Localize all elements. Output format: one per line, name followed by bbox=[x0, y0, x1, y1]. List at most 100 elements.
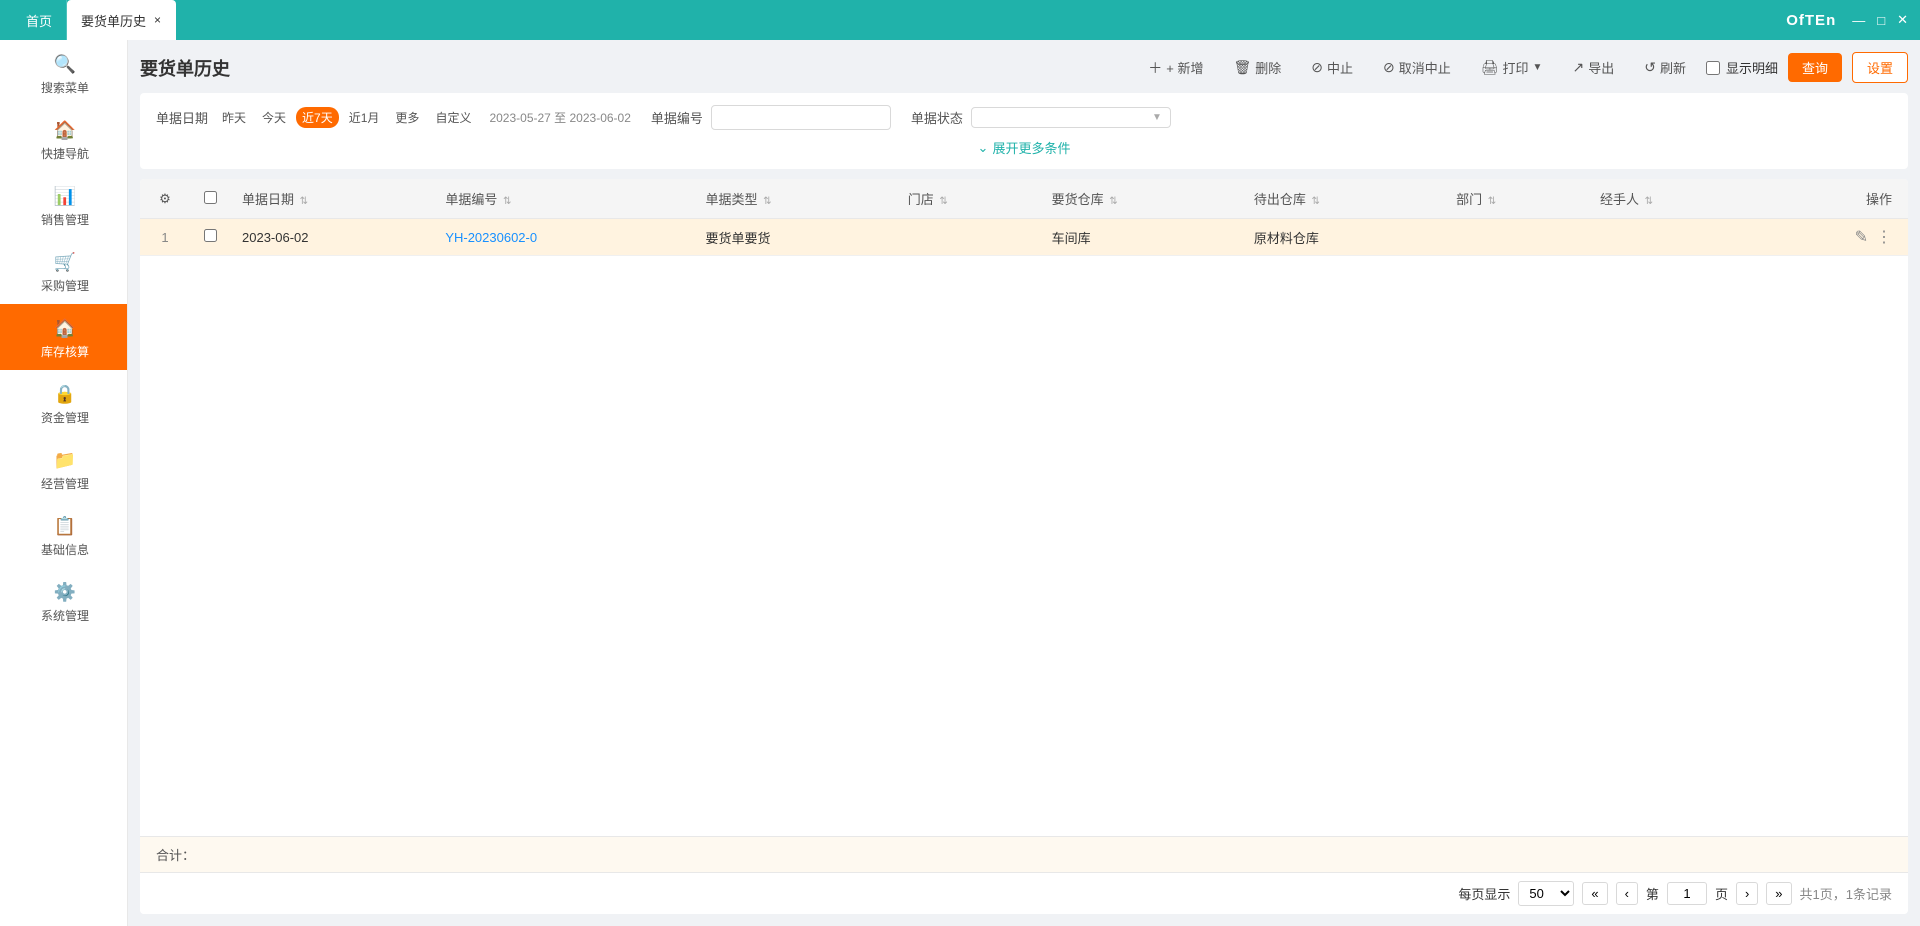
data-table: ⚙ 单据日期 ⇅ 单据编号 ⇅ bbox=[140, 179, 1908, 256]
export-button[interactable]: ↗ 导出 bbox=[1562, 53, 1624, 82]
sort-handler-icon[interactable]: ⇅ bbox=[1645, 196, 1653, 207]
col-req-warehouse: 要货仓库 ⇅ bbox=[1040, 179, 1242, 219]
restore-icon[interactable]: □ bbox=[1877, 13, 1885, 28]
sidebar-item-basic[interactable]: 📋 基础信息 bbox=[0, 502, 127, 568]
table-wrapper: ⚙ 单据日期 ⇅ 单据编号 ⇅ bbox=[140, 179, 1908, 836]
filter-row-main: 单据日期 昨天 今天 近7天 近1月 更多 自定义 2023-05-27 至 2… bbox=[156, 105, 1892, 130]
prev-page-button[interactable]: ‹ bbox=[1616, 882, 1638, 905]
expand-icon: ⌄ bbox=[978, 140, 989, 156]
sort-orderno-icon[interactable]: ⇅ bbox=[503, 196, 511, 207]
page-total-info: 共1页，1条记录 bbox=[1800, 884, 1892, 903]
page-label: 第 bbox=[1646, 884, 1659, 903]
select-all-checkbox[interactable] bbox=[204, 191, 217, 204]
sidebar-item-operation[interactable]: 📁 经营管理 bbox=[0, 436, 127, 502]
status-select[interactable]: ▼ bbox=[971, 107, 1171, 128]
table-footer: 合计： bbox=[140, 836, 1908, 872]
first-page-button[interactable]: « bbox=[1582, 882, 1607, 905]
page-suffix: 页 bbox=[1715, 884, 1728, 903]
filter-status: 单据状态 ▼ bbox=[911, 107, 1171, 128]
settings-icon[interactable]: ⚙ bbox=[159, 191, 171, 206]
cancel-stop-button[interactable]: ⊘ 取消中止 bbox=[1373, 53, 1461, 82]
date-tag-yesterday[interactable]: 昨天 bbox=[216, 107, 252, 128]
row-select-checkbox[interactable] bbox=[204, 229, 217, 242]
page-actions: ＋ + 新增 🗑 删除 ⊘ 中止 ⊘ 取消中止 🖨 打印 bbox=[1138, 52, 1908, 83]
chart-icon: 📊 bbox=[54, 186, 76, 207]
filter-area: 单据日期 昨天 今天 近7天 近1月 更多 自定义 2023-05-27 至 2… bbox=[140, 93, 1908, 169]
sort-dept-icon[interactable]: ⇅ bbox=[1488, 196, 1496, 207]
order-no-label: 单据编号 bbox=[651, 108, 703, 127]
row-order-no[interactable]: YH-20230602-0 bbox=[433, 219, 693, 256]
col-store: 门店 ⇅ bbox=[896, 179, 1040, 219]
date-tag-custom[interactable]: 自定义 bbox=[429, 107, 477, 128]
sort-date-icon[interactable]: ⇅ bbox=[300, 196, 308, 207]
row-type: 要货单要货 bbox=[693, 219, 895, 256]
date-tag-7days[interactable]: 近7天 bbox=[296, 107, 339, 128]
sidebar-item-quick-nav[interactable]: 🏠 快捷导航 bbox=[0, 106, 127, 172]
row-handler bbox=[1588, 219, 1761, 256]
home-icon: 🏠 bbox=[54, 120, 76, 141]
sort-store-icon[interactable]: ⇅ bbox=[939, 196, 947, 207]
display-cell-checkbox[interactable] bbox=[1706, 61, 1720, 75]
print-dropdown-icon: ▼ bbox=[1533, 62, 1543, 73]
sidebar: 🔍 搜索菜单 🏠 快捷导航 📊 销售管理 🛒 采购管理 🏠 库存核算 🔒 资金管… bbox=[0, 40, 128, 926]
per-page-select[interactable]: 50 100 200 bbox=[1518, 881, 1574, 906]
next-page-button[interactable]: › bbox=[1736, 882, 1758, 905]
sidebar-item-sales[interactable]: 📊 销售管理 bbox=[0, 172, 127, 238]
content-area: 要货单历史 ＋ + 新增 🗑 删除 ⊘ 中止 ⊘ 取消中止 bbox=[128, 40, 1920, 926]
stop-icon: ⊘ bbox=[1311, 59, 1323, 76]
row-index: 1 bbox=[140, 219, 190, 256]
sort-reqwarehouse-icon[interactable]: ⇅ bbox=[1109, 196, 1117, 207]
delete-icon: 🗑 bbox=[1233, 59, 1251, 76]
col-pending-warehouse: 待出仓库 ⇅ bbox=[1242, 179, 1444, 219]
window-close-icon[interactable]: ✕ bbox=[1897, 12, 1908, 28]
sort-pendingwarehouse-icon[interactable]: ⇅ bbox=[1311, 196, 1319, 207]
refresh-button[interactable]: ↺ 刷新 bbox=[1634, 53, 1696, 82]
stop-button[interactable]: ⊘ 中止 bbox=[1301, 53, 1363, 82]
row-checkbox[interactable] bbox=[190, 219, 230, 256]
col-dept: 部门 ⇅ bbox=[1444, 179, 1588, 219]
date-tags: 昨天 今天 近7天 近1月 更多 自定义 bbox=[216, 107, 477, 128]
folder-icon: 📁 bbox=[54, 450, 76, 471]
date-tag-more[interactable]: 更多 bbox=[389, 107, 425, 128]
sidebar-item-finance[interactable]: 🔒 资金管理 bbox=[0, 370, 127, 436]
table-area: ⚙ 单据日期 ⇅ 单据编号 ⇅ bbox=[140, 179, 1908, 914]
delete-button[interactable]: 🗑 删除 bbox=[1223, 53, 1291, 82]
sidebar-item-search[interactable]: 🔍 搜索菜单 bbox=[0, 40, 127, 106]
date-tag-1month[interactable]: 近1月 bbox=[343, 107, 386, 128]
date-range-text: 2023-05-27 至 2023-06-02 bbox=[489, 109, 630, 126]
order-no-input[interactable] bbox=[711, 105, 891, 130]
table-row: 1 2023-06-02 YH-20230602-0 要货单要货 车间库 bbox=[140, 219, 1908, 256]
query-button[interactable]: 查询 bbox=[1788, 53, 1842, 82]
row-req-warehouse: 车间库 bbox=[1040, 219, 1242, 256]
page-number-input[interactable] bbox=[1667, 882, 1707, 905]
col-handler: 经手人 ⇅ bbox=[1588, 179, 1761, 219]
cancel-stop-icon: ⊘ bbox=[1383, 59, 1395, 76]
print-button[interactable]: 🖨 打印 ▼ bbox=[1471, 53, 1553, 82]
new-button[interactable]: ＋ + 新增 bbox=[1138, 53, 1213, 83]
main-layout: 🔍 搜索菜单 🏠 快捷导航 📊 销售管理 🛒 采购管理 🏠 库存核算 🔒 资金管… bbox=[0, 40, 1920, 926]
sidebar-item-purchase[interactable]: 🛒 采购管理 bbox=[0, 238, 127, 304]
expand-more[interactable]: ⌄ 展开更多条件 bbox=[156, 138, 1892, 157]
setting-button[interactable]: 设置 bbox=[1852, 52, 1908, 83]
table-header-row: ⚙ 单据日期 ⇅ 单据编号 ⇅ bbox=[140, 179, 1908, 219]
sidebar-item-system[interactable]: ⚙️ 系统管理 bbox=[0, 568, 127, 634]
per-page-label: 每页显示 bbox=[1458, 884, 1510, 903]
col-settings[interactable]: ⚙ bbox=[140, 179, 190, 219]
sort-type-icon[interactable]: ⇅ bbox=[763, 196, 771, 207]
col-checkbox[interactable] bbox=[190, 179, 230, 219]
row-more-icon[interactable]: ⋮ bbox=[1876, 227, 1892, 247]
display-cell-toggle[interactable]: 显示明细 bbox=[1706, 58, 1778, 77]
col-order-no: 单据编号 ⇅ bbox=[433, 179, 693, 219]
tab-close-icon[interactable]: × bbox=[154, 13, 161, 27]
minimize-icon[interactable]: — bbox=[1852, 13, 1865, 28]
date-filter-label: 单据日期 bbox=[156, 108, 208, 127]
top-bar-window-actions: — □ ✕ bbox=[1852, 12, 1908, 28]
last-page-button[interactable]: » bbox=[1766, 882, 1791, 905]
tab-home[interactable]: 首页 bbox=[12, 0, 67, 40]
sidebar-item-inventory[interactable]: 🏠 库存核算 bbox=[0, 304, 127, 370]
tab-active[interactable]: 要货单历史 × bbox=[67, 0, 176, 40]
filter-date: 单据日期 昨天 今天 近7天 近1月 更多 自定义 2023-05-27 至 2… bbox=[156, 107, 631, 128]
date-tag-today[interactable]: 今天 bbox=[256, 107, 292, 128]
col-date: 单据日期 ⇅ bbox=[230, 179, 433, 219]
row-edit-icon[interactable]: ✎ bbox=[1855, 227, 1868, 247]
